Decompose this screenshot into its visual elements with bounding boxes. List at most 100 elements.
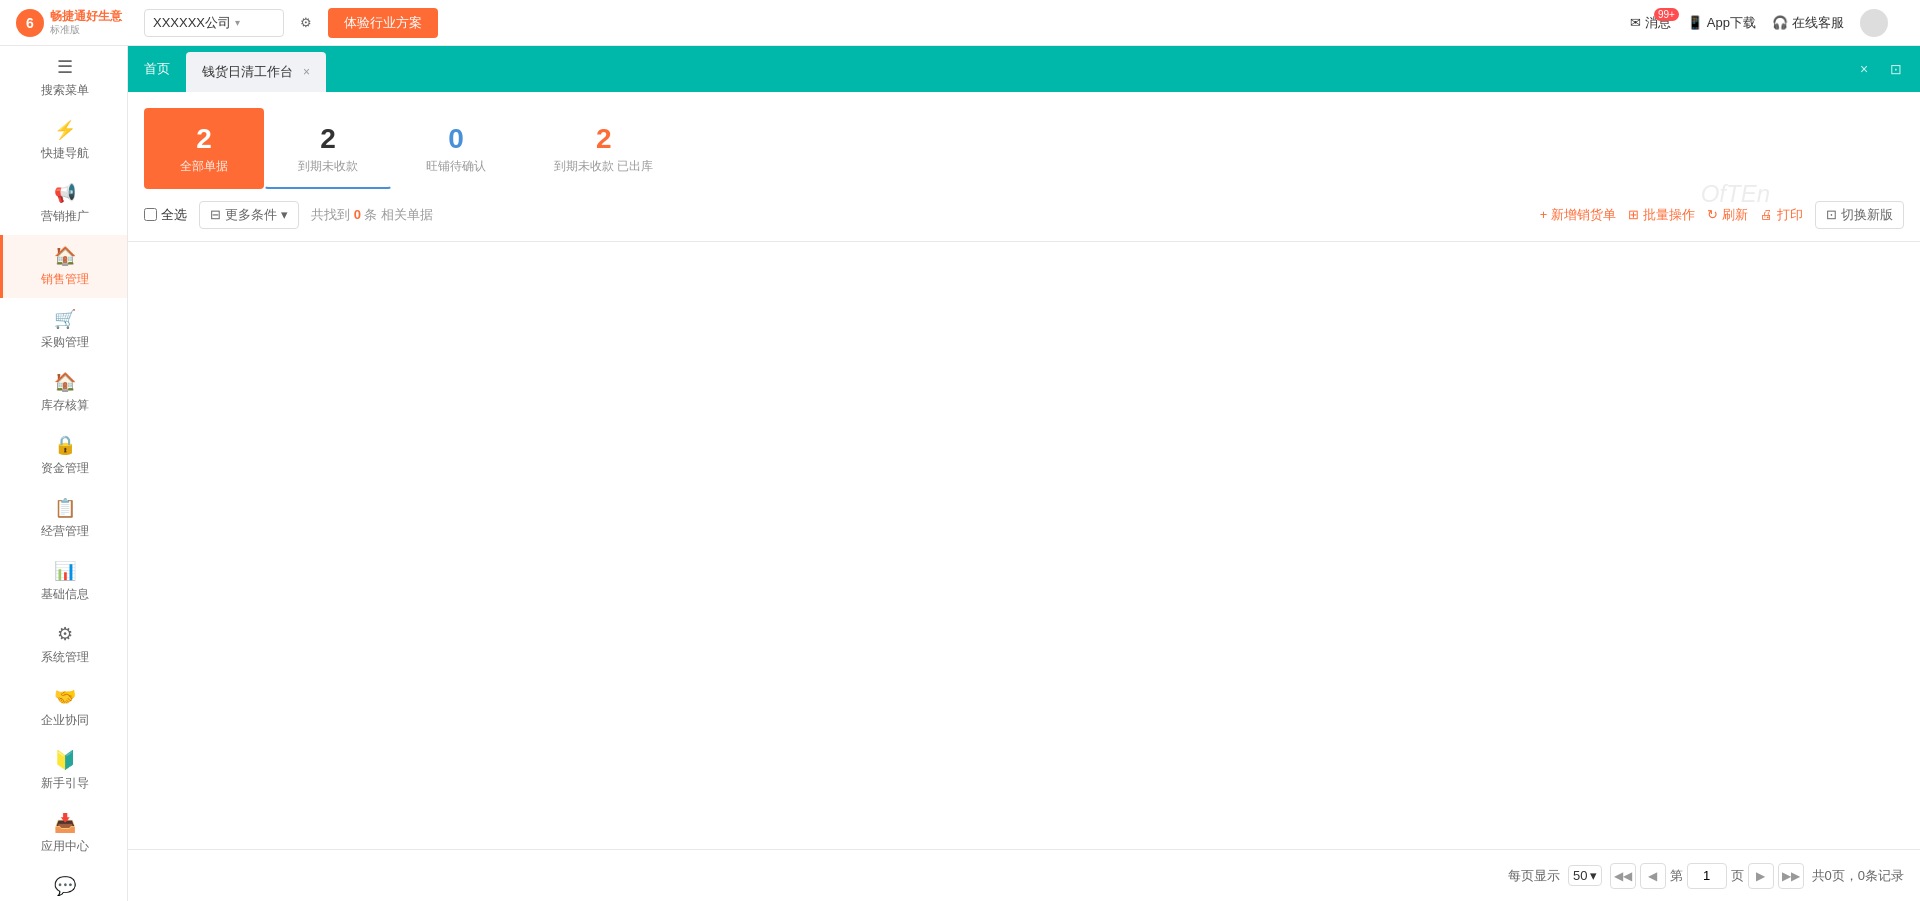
sidebar-item-finance[interactable]: 🔒 资金管理 [0,424,127,487]
sidebar-label-purchase: 采购管理 [41,334,89,351]
sidebar-label-quick-nav: 快捷导航 [41,145,89,162]
maximize-button[interactable]: ⊡ [1884,57,1908,81]
stat-card-all[interactable]: 2 全部单据 [144,108,264,189]
message-button[interactable]: ✉ 消息 99+ [1630,14,1671,32]
enterprise-icon: 🤝 [54,686,76,708]
print-label: 打印 [1777,206,1803,224]
main-layout: ☰ 搜索菜单 ⚡ 快捷导航 📢 营销推广 🏠 销售管理 🛒 采购管理 🏠 库存核… [0,46,1920,901]
sidebar-item-wechat[interactable]: 💬 企业微信 [0,865,127,901]
tab-home[interactable]: 首页 [128,46,186,92]
sidebar-label-operations: 经营管理 [41,523,89,540]
sidebar-item-base-info[interactable]: 📊 基础信息 [0,550,127,613]
avatar[interactable] [1860,9,1888,37]
trial-button[interactable]: 体验行业方案 [328,8,438,38]
header-right: ✉ 消息 99+ 📱 App下载 🎧 在线客服 [1630,9,1904,37]
wechat-icon: 💬 [54,875,76,897]
tab-workbench-label: 钱货日清工作台 [202,63,293,81]
sidebar-item-quick-nav[interactable]: ⚡ 快捷导航 [0,109,127,172]
refresh-button[interactable]: ↻ 刷新 [1707,206,1748,224]
tab-close-icon[interactable]: × [303,65,310,79]
sidebar-label-inventory: 库存核算 [41,397,89,414]
print-icon: 🖨 [1760,207,1773,222]
operations-icon: 📋 [54,497,76,519]
stat-number-due-unpaid: 2 [320,122,336,156]
total-text: 共0页，0条记录 [1812,867,1904,885]
first-page-button[interactable]: ◀◀ [1610,863,1636,889]
message-icon: ✉ [1630,15,1641,30]
page-size-select[interactable]: 50 ▾ [1568,865,1601,886]
stats-row: 2 全部单据 2 到期未收款 0 旺铺待确认 2 到期未收款 已出库 [128,92,1920,189]
filter-icon: ⊟ [210,207,221,222]
filter-chevron-icon: ▾ [281,207,288,222]
batch-label: 批量操作 [1643,206,1695,224]
page-number-input[interactable] [1687,863,1727,889]
sidebar-item-purchase[interactable]: 🛒 采购管理 [0,298,127,361]
stat-card-wangpu[interactable]: 0 旺铺待确认 [392,108,520,189]
batch-button[interactable]: ⊞ 批量操作 [1628,206,1695,224]
add-sale-button[interactable]: + 新增销货单 [1540,206,1616,224]
sidebar-item-inventory[interactable]: 🏠 库存核算 [0,361,127,424]
switch-version-button[interactable]: ⊡ 切换新版 [1815,201,1904,229]
prev-page-button[interactable]: ◀ [1640,863,1666,889]
tab-bar-tabs: 首页 钱货日清工作台 × [128,46,326,92]
last-page-button[interactable]: ▶▶ [1778,863,1804,889]
pagination: 每页显示 50 ▾ ◀◀ ◀ 第 页 ▶ ▶▶ 共0页，0条记录 [128,849,1920,901]
sidebar-label-app-center: 应用中心 [41,838,89,855]
tab-workbench[interactable]: 钱货日清工作台 × [186,52,326,92]
minimize-button[interactable]: × [1852,57,1876,81]
online-service-label: 在线客服 [1792,14,1844,32]
stat-label-wangpu: 旺铺待确认 [426,158,486,175]
sidebar-item-operations[interactable]: 📋 经营管理 [0,487,127,550]
company-selector[interactable]: XXXXXX公司 ▾ [144,9,284,37]
page-size-chevron: ▾ [1590,868,1597,883]
company-name: XXXXXX公司 [153,14,231,32]
top-header: 6 畅捷通好生意 标准版 XXXXXX公司 ▾ ⚙ 体验行业方案 ✉ 消息 99… [0,0,1920,46]
marketing-icon: 📢 [54,182,76,204]
found-count: 0 [354,207,361,222]
pagination-controls: ◀◀ ◀ 第 页 ▶ ▶▶ [1610,863,1804,889]
purchase-icon: 🛒 [54,308,76,330]
content-area: 首页 钱货日清工作台 × × ⊡ 2 全部单据 2 [128,46,1920,901]
stat-card-due-unshipped[interactable]: 2 到期未收款 已出库 [520,108,687,189]
sidebar-label-base-info: 基础信息 [41,586,89,603]
logo-icon: 6 [16,9,44,37]
sidebar-item-search-menu[interactable]: ☰ 搜索菜单 [0,46,127,109]
app-download-label: App下载 [1707,14,1756,32]
guide-icon: 🔰 [54,749,76,771]
refresh-icon: ↻ [1707,207,1718,222]
select-all-label: 全选 [161,206,187,224]
stat-label-due-unshipped: 到期未收款 已出库 [554,158,653,175]
sidebar-item-marketing[interactable]: 📢 营销推广 [0,172,127,235]
quick-icon: ⚡ [54,119,76,141]
stat-card-due-unpaid[interactable]: 2 到期未收款 [264,108,392,189]
sidebar-item-system[interactable]: ⚙ 系统管理 [0,613,127,676]
toolbar-left: 全选 ⊟ 更多条件 ▾ 共找到 0 条 相关单据 [144,201,1528,229]
toolbar: 全选 ⊟ 更多条件 ▾ 共找到 0 条 相关单据 [128,189,1920,242]
sidebar-item-guide[interactable]: 🔰 新手引导 [0,739,127,802]
app-download-button[interactable]: 📱 App下载 [1687,14,1756,32]
service-icon: 🎧 [1772,15,1788,30]
select-all-input[interactable] [144,208,157,221]
filter-button[interactable]: ⊟ 更多条件 ▾ [199,201,299,229]
switch-label: 切换新版 [1841,206,1893,224]
sidebar-label-enterprise: 企业协同 [41,712,89,729]
print-button[interactable]: 🖨 打印 [1760,206,1803,224]
header-left: 6 畅捷通好生意 标准版 XXXXXX公司 ▾ ⚙ 体验行业方案 [16,8,438,38]
next-page-button[interactable]: ▶ [1748,863,1774,889]
tab-window-controls: × ⊡ [1852,57,1920,81]
sidebar-item-sales[interactable]: 🏠 销售管理 [0,235,127,298]
stat-label-due-unpaid: 到期未收款 [298,158,358,175]
select-all-checkbox[interactable]: 全选 [144,206,187,224]
logo-title: 畅捷通好生意 [50,9,122,23]
tab-home-label: 首页 [144,60,170,78]
found-text: 共找到 0 条 相关单据 [311,206,433,224]
menu-icon: ☰ [57,56,73,78]
stat-number-all: 2 [196,122,212,156]
online-service-button[interactable]: 🎧 在线客服 [1772,14,1844,32]
logo-text: 畅捷通好生意 标准版 [50,9,122,35]
settings-icon[interactable]: ⚙ [292,9,320,37]
batch-icon: ⊞ [1628,207,1639,222]
sidebar-item-app-center[interactable]: 📥 应用中心 [0,802,127,865]
add-sale-label: + 新增销货单 [1540,206,1616,224]
sidebar-item-enterprise[interactable]: 🤝 企业协同 [0,676,127,739]
